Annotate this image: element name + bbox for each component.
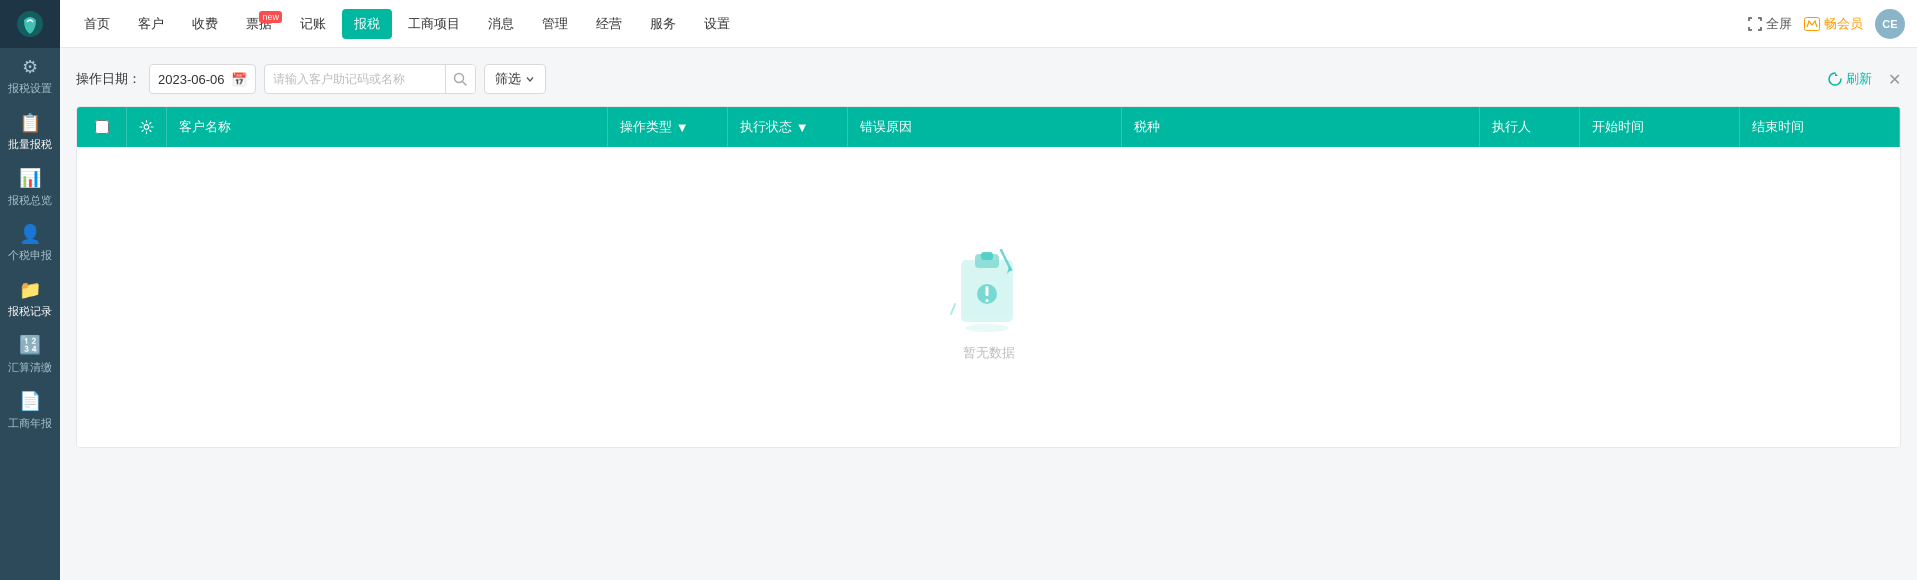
filter-label: 筛选 — [495, 70, 521, 88]
svg-rect-10 — [985, 299, 988, 302]
chevron-down-icon — [525, 74, 535, 84]
data-table: 客户名称 操作类型 ▼ 执行状态 ▼ 错误原因 税种 执行人 — [76, 106, 1901, 448]
date-label: 操作日期： — [76, 70, 141, 88]
nav-ops[interactable]: 经营 — [584, 9, 634, 39]
nav-invoice[interactable]: 票据 new — [234, 9, 284, 39]
svg-line-14 — [951, 304, 955, 314]
close-button[interactable]: ✕ — [1888, 70, 1901, 89]
th-executor: 执行人 — [1480, 107, 1580, 147]
nav-billing[interactable]: 收费 — [180, 9, 230, 39]
main-area: 首页 客户 收费 票据 new 记账 报税 工商项目 消息 管理 经营 服务 设… — [60, 0, 1917, 580]
filter-button[interactable]: 筛选 — [484, 64, 546, 94]
nav-messages[interactable]: 消息 — [476, 9, 526, 39]
nav-service[interactable]: 服务 — [638, 9, 688, 39]
table-body: 暂无数据 — [77, 147, 1900, 447]
vip-icon — [1804, 17, 1820, 31]
nav-business[interactable]: 工商项目 — [396, 9, 472, 39]
svg-rect-9 — [985, 286, 988, 296]
batch-tax-icon: 📋 — [19, 112, 41, 135]
svg-rect-7 — [981, 252, 993, 260]
sidebar-item-tax-overview[interactable]: 📊 报税总览 — [0, 159, 60, 215]
toolbar: 操作日期： 2023-06-06 📅 筛选 — [76, 64, 1901, 94]
nav-tax[interactable]: 报税 — [342, 9, 392, 39]
nav-items: 首页 客户 收费 票据 new 记账 报税 工商项目 消息 管理 经营 服务 设… — [72, 9, 1748, 39]
user-avatar[interactable]: CE — [1875, 9, 1905, 39]
th-start-time: 开始时间 — [1580, 107, 1740, 147]
tax-overview-icon: 📊 — [19, 167, 41, 190]
th-op-type: 操作类型 ▼ — [608, 107, 728, 147]
calendar-icon: 📅 — [231, 72, 247, 87]
svg-point-13 — [965, 324, 1009, 332]
vip-button[interactable]: 畅会员 — [1804, 15, 1863, 33]
th-end-time: 结束时间 — [1740, 107, 1900, 147]
tax-records-icon: 📁 — [19, 279, 41, 302]
empty-svg — [939, 232, 1039, 332]
sidebar-item-batch-tax[interactable]: 📋 批量报税 — [0, 104, 60, 160]
column-settings-icon[interactable] — [139, 119, 154, 135]
refresh-label: 刷新 — [1846, 70, 1872, 88]
content-area: 操作日期： 2023-06-06 📅 筛选 — [60, 48, 1917, 580]
table-header: 客户名称 操作类型 ▼ 执行状态 ▼ 错误原因 税种 执行人 — [77, 107, 1900, 147]
select-all-checkbox[interactable] — [95, 120, 109, 134]
sidebar-item-personal-tax[interactable]: 👤 个税申报 — [0, 215, 60, 271]
search-input[interactable] — [265, 68, 445, 90]
personal-tax-icon: 👤 — [19, 223, 41, 246]
search-box — [264, 64, 476, 94]
fullscreen-icon — [1748, 17, 1762, 31]
annual-report-icon: 📄 — [19, 390, 41, 413]
top-navigation: 首页 客户 收费 票据 new 记账 报税 工商项目 消息 管理 经营 服务 设… — [60, 0, 1917, 48]
sidebar-item-tax-settings[interactable]: ⚙ 报税设置 — [0, 48, 60, 104]
refresh-icon — [1828, 72, 1842, 86]
nav-home[interactable]: 首页 — [72, 9, 122, 39]
fullscreen-button[interactable]: 全屏 — [1748, 15, 1792, 33]
op-type-sort-icon: ▼ — [676, 120, 689, 135]
sidebar-item-tax-records[interactable]: 📁 报税记录 — [0, 271, 60, 327]
th-tax-type: 税种 — [1122, 107, 1480, 147]
empty-state: 暂无数据 — [899, 192, 1079, 402]
search-icon — [453, 72, 467, 86]
th-exec-status: 执行状态 ▼ — [728, 107, 848, 147]
date-picker[interactable]: 2023-06-06 📅 — [149, 64, 256, 94]
new-badge: new — [259, 11, 282, 24]
nav-settings[interactable]: 设置 — [692, 9, 742, 39]
empty-text: 暂无数据 — [963, 344, 1015, 362]
search-button[interactable] — [445, 64, 475, 94]
nav-clients[interactable]: 客户 — [126, 9, 176, 39]
sidebar-item-calc-clear[interactable]: 🔢 汇算清缴 — [0, 326, 60, 382]
topnav-right: 全屏 畅会员 CE — [1748, 9, 1905, 39]
calc-clear-icon: 🔢 — [19, 334, 41, 357]
empty-illustration — [939, 232, 1039, 332]
sidebar-logo — [0, 0, 60, 48]
date-value: 2023-06-06 — [158, 72, 225, 87]
th-checkbox — [77, 107, 127, 147]
svg-point-3 — [144, 125, 149, 130]
sidebar-item-annual-report[interactable]: 📄 工商年报 — [0, 382, 60, 438]
th-error-reason: 错误原因 — [848, 107, 1123, 147]
th-settings — [127, 107, 167, 147]
th-name: 客户名称 — [167, 107, 608, 147]
nav-accounting[interactable]: 记账 — [288, 9, 338, 39]
sidebar: ⚙ 报税设置 📋 批量报税 📊 报税总览 👤 个税申报 📁 报税记录 🔢 汇算清… — [0, 0, 60, 580]
nav-manage[interactable]: 管理 — [530, 9, 580, 39]
tax-settings-icon: ⚙ — [22, 56, 38, 79]
refresh-button[interactable]: 刷新 — [1828, 70, 1872, 88]
exec-status-sort-icon: ▼ — [796, 120, 809, 135]
